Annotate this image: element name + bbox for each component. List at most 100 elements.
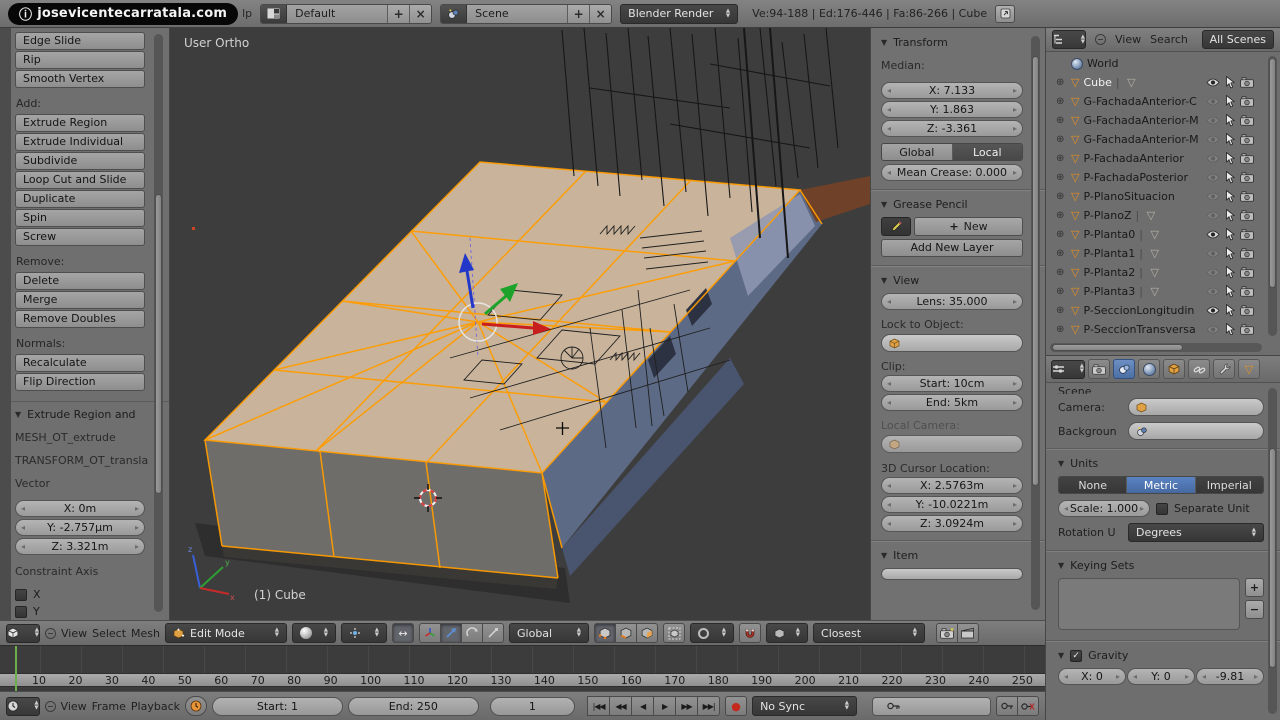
outliner-item[interactable]: ⊕ ▽ Cube | ▽ [1046,73,1280,92]
grease-pencil-panel-header[interactable]: ▼ Grease Pencil [881,198,1023,211]
pivot-point-select[interactable]: ▲ ▼ [341,623,388,643]
scrollbar-thumb[interactable] [1269,448,1276,668]
renderability-camera-icon[interactable] [1240,96,1254,107]
visibility-eye-icon[interactable] [1206,192,1220,201]
expand-icon[interactable]: ⊕ [1056,153,1067,164]
gravity-panel-header[interactable]: ▼ ✓ Gravity [1058,649,1264,662]
axis-checkbox-row[interactable]: X [15,588,145,601]
mode-select[interactable]: Edit Mode ▲ ▼ [165,623,288,643]
timeline-frame-menu[interactable]: Frame [92,700,126,713]
screen-layout-name[interactable]: Default [287,4,388,23]
axis-checkbox-row[interactable]: Y [15,605,145,618]
selectability-cursor-icon[interactable] [1225,266,1235,279]
selectability-cursor-icon[interactable] [1225,76,1235,89]
visibility-eye-icon[interactable] [1206,135,1220,144]
renderability-camera-icon[interactable] [1240,286,1254,297]
item-name-field-clipped[interactable] [881,568,1023,580]
object-name[interactable]: World [1087,57,1119,70]
visibility-eye-icon[interactable] [1206,97,1220,106]
cursor-value-slider[interactable]: Z: 3.0924m [881,515,1023,532]
viewport-3d[interactable]: x y z User Ortho (1) Cube [170,28,870,620]
timeline-ruler[interactable]: 10 20 30 40 50 60 70 80 90 100 110 120 130 140 150 160 1… [0,645,1045,691]
visibility-eye-icon[interactable] [1206,325,1220,334]
object-name[interactable]: P-FachadaAnterior [1083,152,1183,165]
tool-button[interactable]: Flip Direction [15,373,145,391]
expand-icon[interactable]: ⊕ [1056,191,1067,202]
selectability-cursor-icon[interactable] [1225,247,1235,260]
remove-keying-set-button[interactable]: − [1245,600,1264,619]
renderability-camera-icon[interactable] [1240,210,1254,221]
outliner-item[interactable]: ⊕ ▽ P-Planta3 | ▽ [1046,282,1280,301]
local-toggle[interactable]: Local [951,144,1022,160]
collapse-menus-icon[interactable] [44,700,56,712]
scale-manipulator-icon[interactable] [482,623,505,643]
selectability-cursor-icon[interactable] [1225,285,1235,298]
tab-modifiers[interactable] [1213,359,1235,379]
item-panel-header[interactable]: ▼ Item [881,549,1023,562]
tab-constraints[interactable] [1188,359,1210,379]
selectability-cursor-icon[interactable] [1225,228,1235,241]
checkbox-icon[interactable] [15,588,27,601]
selectability-cursor-icon[interactable] [1225,304,1235,317]
visibility-eye-icon[interactable] [1206,306,1220,315]
renderability-camera-icon[interactable] [1240,115,1254,126]
tool-button[interactable]: Edge Slide [15,32,145,50]
opengl-render-image-icon[interactable] [936,623,959,643]
scrollbar-thumb[interactable] [1269,58,1276,288]
gravity-value-slider[interactable]: X: 0 [1058,668,1126,685]
renderability-camera-icon[interactable] [1240,248,1254,259]
selectability-cursor-icon[interactable] [1225,152,1235,165]
add-layout-button[interactable]: + [387,4,410,23]
playback-button[interactable]: |◀◀ [587,696,611,716]
visibility-eye-icon[interactable] [1206,173,1220,182]
scene-selector[interactable]: Scene + × [440,3,613,24]
outliner-view-menu[interactable]: View [1115,33,1141,46]
tool-button[interactable]: Subdivide [15,152,145,170]
tab-scene[interactable] [1113,359,1135,379]
view-panel-header[interactable]: ▼ View [881,274,1023,287]
delete-scene-button[interactable]: × [589,4,612,23]
object-name[interactable]: Cube [1083,76,1111,89]
tool-button[interactable]: Recalculate [15,354,145,372]
outliner-hscrollbar[interactable] [1050,343,1262,352]
window-duplicate-icon[interactable] [995,4,1016,23]
expand-icon[interactable]: ⊕ [1056,267,1067,278]
expand-icon[interactable]: ⊕ [1056,210,1067,221]
object-name[interactable]: P-Planta1 [1083,247,1135,260]
visibility-eye-icon[interactable] [1206,268,1220,277]
expand-icon[interactable]: ⊕ [1056,172,1067,183]
tab-data[interactable]: ▽ [1238,359,1260,379]
object-name[interactable]: G-FachadaAnterior-M [1083,114,1198,127]
snap-magnet-toggle[interactable] [739,623,762,643]
outliner-vscrollbar[interactable] [1268,56,1277,336]
unit-scale-slider[interactable]: Scale: 1.000 [1058,500,1150,517]
renderability-camera-icon[interactable] [1240,267,1254,278]
frame-start-field[interactable]: Start: 1 [212,696,343,716]
expand-icon[interactable]: ⊕ [1056,96,1067,107]
outliner-item[interactable]: ⊕ ▽ G-FachadaAnterior-M | ▽ [1046,111,1280,130]
expand-icon[interactable]: ⊕ [1056,115,1067,126]
visibility-eye-icon[interactable] [1206,154,1220,163]
object-name[interactable]: P-FachadaPosterior [1083,171,1188,184]
outliner-item[interactable]: ⊕ ▽ World | ▽ [1046,54,1280,73]
gravity-checkbox[interactable]: ✓ [1070,649,1083,662]
selectability-cursor-icon[interactable] [1225,114,1235,127]
occlude-geometry-toggle[interactable] [663,623,686,643]
outliner-item[interactable]: ⊕ ▽ P-SeccionTransversa | ▽ [1046,320,1280,335]
units-metric-toggle[interactable]: Metric [1126,477,1195,493]
renderability-camera-icon[interactable] [1240,134,1254,145]
mean-crease-slider[interactable]: Mean Crease: 0.000 [881,164,1023,181]
editor-type-outliner-icon[interactable]: ▲ ▼ [1052,30,1086,49]
vector-value-slider[interactable]: Z: 3.321m [15,538,145,555]
tool-button[interactable]: Delete [15,272,145,290]
keying-sets-panel-header[interactable]: ▼ Keying Sets [1058,559,1264,572]
gravity-value-slider[interactable]: -9.81 [1196,668,1264,685]
outliner-item[interactable]: ⊕ ▽ P-FachadaAnterior | ▽ [1046,149,1280,168]
lens-slider[interactable]: Lens: 35.000 [881,293,1023,310]
proportional-edit-select[interactable]: ▲ ▼ [690,623,735,643]
scene-panel-header-clipped[interactable]: Scene [1058,385,1264,394]
object-name[interactable]: G-FachadaAnterior-M [1083,133,1198,146]
snap-element-select[interactable]: ▲ ▼ [766,623,809,643]
playback-button[interactable]: ◀◀ [609,696,633,716]
add-scene-button[interactable]: + [567,4,590,23]
